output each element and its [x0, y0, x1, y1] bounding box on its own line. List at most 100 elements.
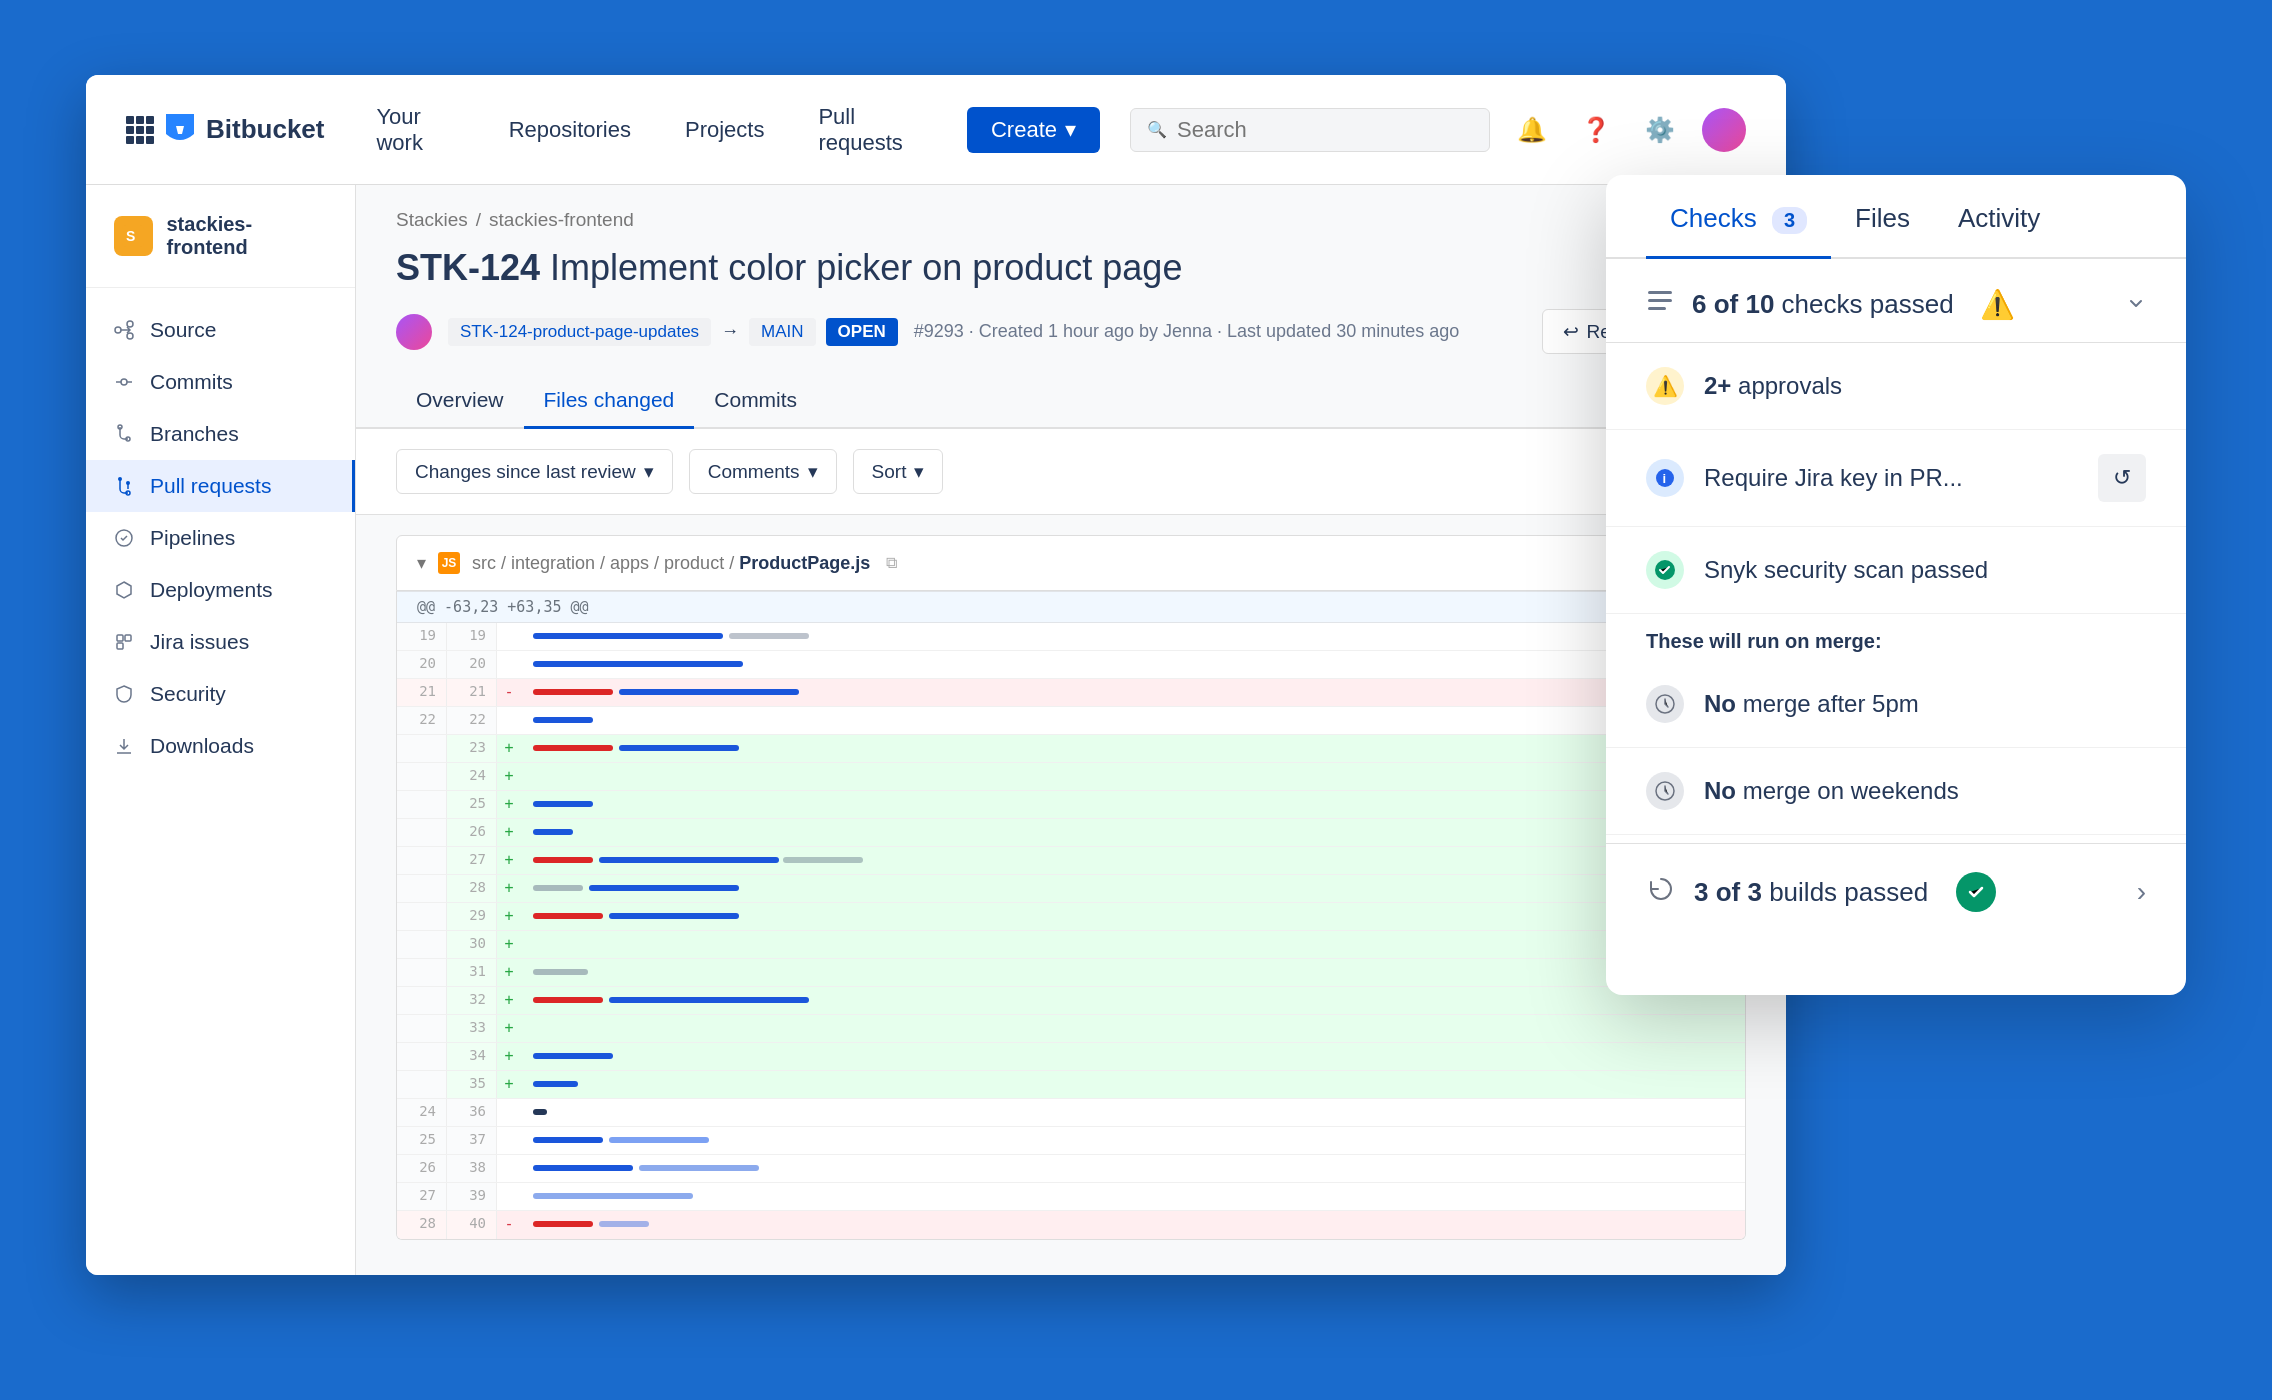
sidebar-item-pipelines[interactable]: Pipelines [86, 512, 355, 564]
main-layout: S stackies-frontend Source Commits Branc… [86, 185, 1786, 1275]
chevron-down-icon: ▾ [1065, 117, 1076, 143]
svg-rect-14 [117, 643, 123, 649]
tab-files-changed[interactable]: Files changed [524, 374, 695, 429]
svg-rect-12 [117, 635, 123, 641]
sidebar-item-label: Source [150, 318, 217, 342]
repo-icon: S [114, 216, 153, 256]
jira-info-icon: i [1646, 459, 1684, 497]
sidebar-item-jira-issues[interactable]: Jira issues [86, 616, 355, 668]
nav-pull-requests[interactable]: Pull requests [806, 96, 933, 164]
sidebar-item-label: Branches [150, 422, 239, 446]
sidebar-item-pull-requests[interactable]: Pull requests [86, 460, 355, 512]
checks-count-badge: 3 [1772, 207, 1807, 234]
nav-repositories[interactable]: Repositories [497, 109, 643, 151]
sidebar-item-downloads[interactable]: Downloads [86, 720, 355, 772]
sidebar-item-source[interactable]: Source [86, 304, 355, 356]
diff-row: 25 37 [397, 1127, 1745, 1155]
browser-window: Bitbucket Your work Repositories Project… [86, 75, 1786, 1275]
pr-id: STK-124 [396, 247, 540, 288]
avatar[interactable] [1702, 108, 1746, 152]
copy-path-icon[interactable]: ⧉ [886, 554, 897, 572]
checks-expand-icon[interactable] [2126, 291, 2146, 319]
sidebar-repo: S stackies-frontend [86, 213, 355, 288]
diff-file-header: ▾ JS src / integration / apps / product … [396, 535, 1746, 591]
notifications-button[interactable]: 🔔 [1510, 108, 1554, 152]
svg-rect-16 [1648, 299, 1672, 302]
diff-row: 20 20 [397, 651, 1745, 679]
arrow-icon: → [721, 321, 739, 342]
diff-row: 29 + [397, 903, 1745, 931]
approvals-warning-icon: ⚠️ [1646, 367, 1684, 405]
create-label: Create [991, 117, 1057, 143]
svg-text:S: S [126, 228, 135, 244]
request-changes-icon: ↩ [1563, 320, 1579, 343]
sort-button[interactable]: Sort ▾ [853, 449, 944, 494]
diff-row: 28 40 - [397, 1211, 1745, 1239]
diff-table: @@ -63,23 +63,35 @@ 19 19 20 20 [396, 591, 1746, 1240]
diff-row: 24 + [397, 763, 1745, 791]
chevron-down-icon: ▾ [914, 460, 924, 483]
checks-list-icon [1646, 287, 1674, 322]
pr-status-badge: OPEN [826, 318, 898, 346]
diff-row: 24 36 [397, 1099, 1745, 1127]
pr-meta: STK-124-product-page-updates → MAIN OPEN… [356, 309, 1786, 374]
brand-name: Bitbucket [206, 114, 324, 145]
sidebar-item-branches[interactable]: Branches [86, 408, 355, 460]
diff-row: 33 + [397, 1015, 1745, 1043]
approvals-label: 2+ approvals [1704, 372, 1842, 400]
branches-icon [114, 424, 134, 444]
diff-row: 31 + [397, 959, 1745, 987]
diff-row: 25 + [397, 791, 1745, 819]
builds-passed-icon [1956, 872, 1996, 912]
checks-tabs: Checks 3 Files Activity [1606, 175, 2186, 259]
check-item-no-merge-5pm: No merge after 5pm [1606, 661, 2186, 748]
diff-container: ▾ JS src / integration / apps / product … [356, 515, 1786, 1260]
sidebar-item-commits[interactable]: Commits [86, 356, 355, 408]
filter-bar: Changes since last review ▾ Comments ▾ S… [356, 429, 1786, 515]
diff-row: 32 + [397, 987, 1745, 1015]
tab-overview[interactable]: Overview [396, 374, 524, 429]
sidebar-item-security[interactable]: Security [86, 668, 355, 720]
help-button[interactable]: ❓ [1574, 108, 1618, 152]
tab-activity[interactable]: Activity [1934, 175, 2064, 259]
clock-icon-2 [1646, 772, 1684, 810]
diff-row: 23 + [397, 735, 1745, 763]
sidebar-item-label: Jira issues [150, 630, 249, 654]
comments-filter-button[interactable]: Comments ▾ [689, 449, 837, 494]
changes-since-review-button[interactable]: Changes since last review ▾ [396, 449, 673, 494]
checks-passed-count: 6 of 10 [1692, 289, 1774, 319]
content-area: Stackies / stackies-frontend STK-124 Imp… [356, 185, 1786, 1275]
pr-title: STK-124 Implement color picker on produc… [356, 231, 1786, 309]
svg-point-4 [127, 333, 133, 339]
breadcrumb-repo[interactable]: stackies-frontend [489, 209, 634, 231]
source-icon [114, 320, 134, 340]
diff-row: 19 19 [397, 623, 1745, 651]
tab-checks[interactable]: Checks 3 [1646, 175, 1831, 259]
retry-button[interactable]: ↺ [2098, 454, 2146, 502]
collapse-icon[interactable]: ▾ [417, 552, 426, 574]
builds-expand-arrow[interactable]: › [2137, 876, 2146, 908]
nav-projects[interactable]: Projects [673, 109, 776, 151]
builds-refresh-icon [1646, 874, 1676, 911]
sidebar-item-deployments[interactable]: Deployments [86, 564, 355, 616]
nav-your-work[interactable]: Your work [364, 96, 466, 164]
search-input[interactable] [1177, 117, 1473, 143]
checks-builds-footer: 3 of 3 builds passed › [1606, 843, 2186, 940]
tab-commits[interactable]: Commits [694, 374, 817, 429]
snyk-label: Snyk security scan passed [1704, 556, 1988, 584]
breadcrumb-org[interactable]: Stackies [396, 209, 468, 231]
pr-icon [114, 476, 134, 496]
security-icon [114, 684, 134, 704]
create-button[interactable]: Create ▾ [967, 107, 1100, 153]
sidebar-item-label: Pull requests [150, 474, 271, 498]
search-box[interactable]: 🔍 [1130, 108, 1490, 152]
sidebar-item-label: Pipelines [150, 526, 235, 550]
diff-hunk-header: @@ -63,23 +63,35 @@ [397, 591, 1745, 623]
js-file-icon: JS [438, 552, 460, 574]
tab-files[interactable]: Files [1831, 175, 1934, 259]
svg-rect-17 [1648, 307, 1666, 310]
search-icon: 🔍 [1147, 120, 1167, 139]
settings-button[interactable]: ⚙️ [1638, 108, 1682, 152]
sidebar-item-label: Commits [150, 370, 233, 394]
sidebar-item-label: Security [150, 682, 226, 706]
